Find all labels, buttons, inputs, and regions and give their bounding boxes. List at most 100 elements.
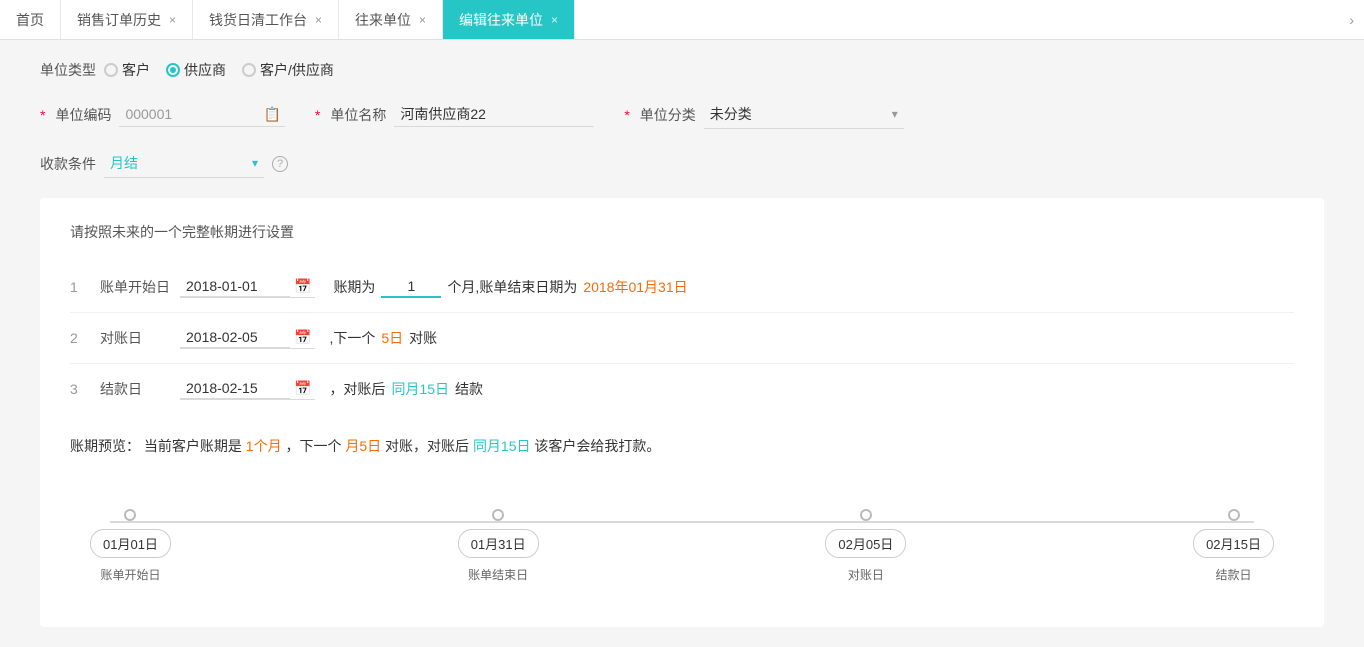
step-label-1: 账单开始日 bbox=[100, 277, 180, 297]
step1-period-input[interactable] bbox=[381, 276, 441, 298]
tab-home[interactable]: 首页 bbox=[0, 0, 61, 39]
tab-cash-workbench[interactable]: 钱货日清工作台 × bbox=[193, 0, 339, 39]
step3-highlight1: 同月15日 bbox=[391, 379, 449, 399]
step-value-2: 📅 ,下一个 5日 对账 bbox=[180, 327, 437, 349]
tl-badge-4: 02月15日 bbox=[1193, 529, 1274, 558]
step-row-1: 1 账单开始日 📅 账期为 个月,账单结束日期为 2018年01月31日 bbox=[70, 262, 1294, 313]
step-row-2: 2 对账日 📅 ,下一个 5日 对账 bbox=[70, 313, 1294, 364]
unit-name-required: * bbox=[315, 107, 320, 123]
tl-badge-3: 02月05日 bbox=[825, 529, 906, 558]
tl-dot-4 bbox=[1228, 509, 1240, 521]
step2-calendar-icon[interactable]: 📅 bbox=[290, 329, 315, 346]
unit-category-select[interactable]: 未分类 ▾ bbox=[704, 100, 904, 129]
form-row-unit-type: 单位类型 客户 供应商 客户/供应商 bbox=[40, 60, 1324, 80]
preview-highlight3: 同月15日 bbox=[473, 438, 531, 454]
tl-badge-2: 01月31日 bbox=[458, 529, 539, 558]
unit-category-chevron-icon: ▾ bbox=[892, 107, 898, 121]
radio-both[interactable]: 客户/供应商 bbox=[242, 60, 334, 80]
radio-customer-circle bbox=[104, 63, 118, 77]
tabs-bar: 首页 销售订单历史 × 钱货日清工作台 × 往来单位 × 编辑往来单位 × › bbox=[0, 0, 1364, 40]
tl-sub-4: 结款日 bbox=[1216, 566, 1252, 583]
step3-suffix-pre: ，对账后 bbox=[329, 379, 385, 399]
step-label-3: 结款日 bbox=[100, 379, 180, 399]
unit-code-label: 单位编码 bbox=[55, 105, 111, 125]
step3-date-wrapper: 📅 bbox=[180, 378, 315, 400]
radio-customer[interactable]: 客户 bbox=[104, 60, 150, 80]
radio-both-label: 客户/供应商 bbox=[260, 60, 334, 80]
steps-table: 1 账单开始日 📅 账期为 个月,账单结束日期为 2018年01月31日 2 对… bbox=[70, 262, 1294, 414]
payment-terms-field: 收款条件 月结 ▾ ? bbox=[40, 149, 288, 178]
preview-text-pre: 当前客户账期是 bbox=[144, 438, 242, 454]
unit-code-icon[interactable]: 📋 bbox=[259, 106, 284, 123]
radio-supplier-circle bbox=[166, 63, 180, 77]
radio-both-circle bbox=[242, 63, 256, 77]
unit-code-required: * bbox=[40, 107, 45, 123]
tl-item-3: 02月05日 对账日 bbox=[825, 509, 906, 583]
unit-category-value: 未分类 bbox=[710, 104, 888, 124]
preview-highlight2: 月5日 bbox=[345, 438, 381, 454]
unit-category-field: * 单位分类 未分类 ▾ bbox=[624, 100, 903, 129]
step3-date-input[interactable] bbox=[180, 378, 290, 399]
unit-category-required: * bbox=[624, 107, 629, 123]
form-row-payment: 收款条件 月结 ▾ ? bbox=[40, 149, 1324, 178]
step1-calendar-icon[interactable]: 📅 bbox=[290, 278, 315, 295]
payment-terms-label: 收款条件 bbox=[40, 154, 96, 174]
step2-suffix-pre: ,下一个 bbox=[329, 328, 375, 348]
tl-item-4: 02月15日 结款日 bbox=[1193, 509, 1274, 583]
payment-terms-help-icon[interactable]: ? bbox=[272, 156, 288, 172]
payment-terms-value: 月结 bbox=[110, 153, 248, 173]
preview-text-mid2: 对账，对账后 bbox=[385, 438, 469, 454]
step2-highlight1: 5日 bbox=[381, 328, 403, 348]
unit-code-input[interactable] bbox=[119, 102, 259, 126]
radio-supplier-label: 供应商 bbox=[184, 60, 226, 80]
step-value-3: 📅 ，对账后 同月15日 结款 bbox=[180, 378, 483, 400]
step2-date-wrapper: 📅 bbox=[180, 327, 315, 349]
card-instruction: 请按照未来的一个完整帐期进行设置 bbox=[70, 222, 1294, 242]
unit-name-input[interactable] bbox=[394, 102, 594, 127]
tl-dot-1 bbox=[124, 509, 136, 521]
unit-type-label: 单位类型 bbox=[40, 60, 96, 80]
step1-date-input[interactable] bbox=[180, 276, 290, 297]
tl-dot-3 bbox=[860, 509, 872, 521]
unit-name-label: 单位名称 bbox=[330, 105, 386, 125]
tab-nav-arrow[interactable]: › bbox=[1339, 12, 1364, 28]
close-tab-counterparty[interactable]: × bbox=[419, 13, 426, 27]
unit-code-input-wrapper: 📋 bbox=[119, 102, 284, 127]
tl-sub-2: 账单结束日 bbox=[468, 566, 528, 583]
payment-terms-chevron-icon: ▾ bbox=[252, 156, 258, 170]
preview-text-end: 该客户会给我打款。 bbox=[534, 438, 660, 454]
tab-sales-history[interactable]: 销售订单历史 × bbox=[61, 0, 193, 39]
step1-date-wrapper: 📅 bbox=[180, 276, 315, 298]
step2-suffix-post: 对账 bbox=[409, 328, 437, 348]
step3-calendar-icon[interactable]: 📅 bbox=[290, 380, 315, 397]
step1-highlight: 2018年01月31日 bbox=[583, 277, 687, 297]
preview-section: 账期预览： 当前客户账期是 1个月 ，下一个 月5日 对账，对账后 同月15日 … bbox=[70, 434, 1294, 459]
step-label-2: 对账日 bbox=[100, 328, 180, 348]
step1-suffix-pre: 账期为 bbox=[333, 277, 375, 297]
form-row-unit-info: * 单位编码 📋 * 单位名称 * 单位分类 未分类 ▾ bbox=[40, 100, 1324, 129]
step2-date-input[interactable] bbox=[180, 327, 290, 348]
step3-suffix-post: 结款 bbox=[455, 379, 483, 399]
tl-dot-2 bbox=[492, 509, 504, 521]
tl-badge-1: 01月01日 bbox=[90, 529, 171, 558]
tl-item-1: 01月01日 账单开始日 bbox=[90, 509, 171, 583]
tab-edit-counterparty[interactable]: 编辑往来单位 × bbox=[443, 0, 575, 39]
preview-label: 账期预览： bbox=[70, 438, 140, 454]
step-value-1: 📅 账期为 个月,账单结束日期为 2018年01月31日 bbox=[180, 276, 688, 298]
timeline: 01月01日 账单开始日 01月31日 账单结束日 02月05日 对账日 bbox=[70, 479, 1294, 603]
radio-supplier[interactable]: 供应商 bbox=[166, 60, 226, 80]
step-num-3: 3 bbox=[70, 381, 100, 397]
page-content: 单位类型 客户 供应商 客户/供应商 * 单位编码 bbox=[0, 40, 1364, 647]
step-row-3: 3 结款日 📅 ，对账后 同月15日 结款 bbox=[70, 364, 1294, 414]
tl-sub-3: 对账日 bbox=[848, 566, 884, 583]
payment-terms-select[interactable]: 月结 ▾ bbox=[104, 149, 264, 178]
close-tab-cash-workbench[interactable]: × bbox=[315, 13, 322, 27]
close-tab-sales-history[interactable]: × bbox=[169, 13, 176, 27]
unit-type-field: 单位类型 客户 供应商 客户/供应商 bbox=[40, 60, 334, 80]
close-tab-edit-counterparty[interactable]: × bbox=[551, 13, 558, 27]
preview-text-mid1: ，下一个 bbox=[285, 438, 341, 454]
step1-suffix-post: 个月,账单结束日期为 bbox=[447, 277, 577, 297]
unit-type-radio-group: 客户 供应商 客户/供应商 bbox=[104, 60, 334, 80]
tab-counterparty[interactable]: 往来单位 × bbox=[339, 0, 443, 39]
settings-card: 请按照未来的一个完整帐期进行设置 1 账单开始日 📅 账期为 个月,账单结束日期… bbox=[40, 198, 1324, 627]
